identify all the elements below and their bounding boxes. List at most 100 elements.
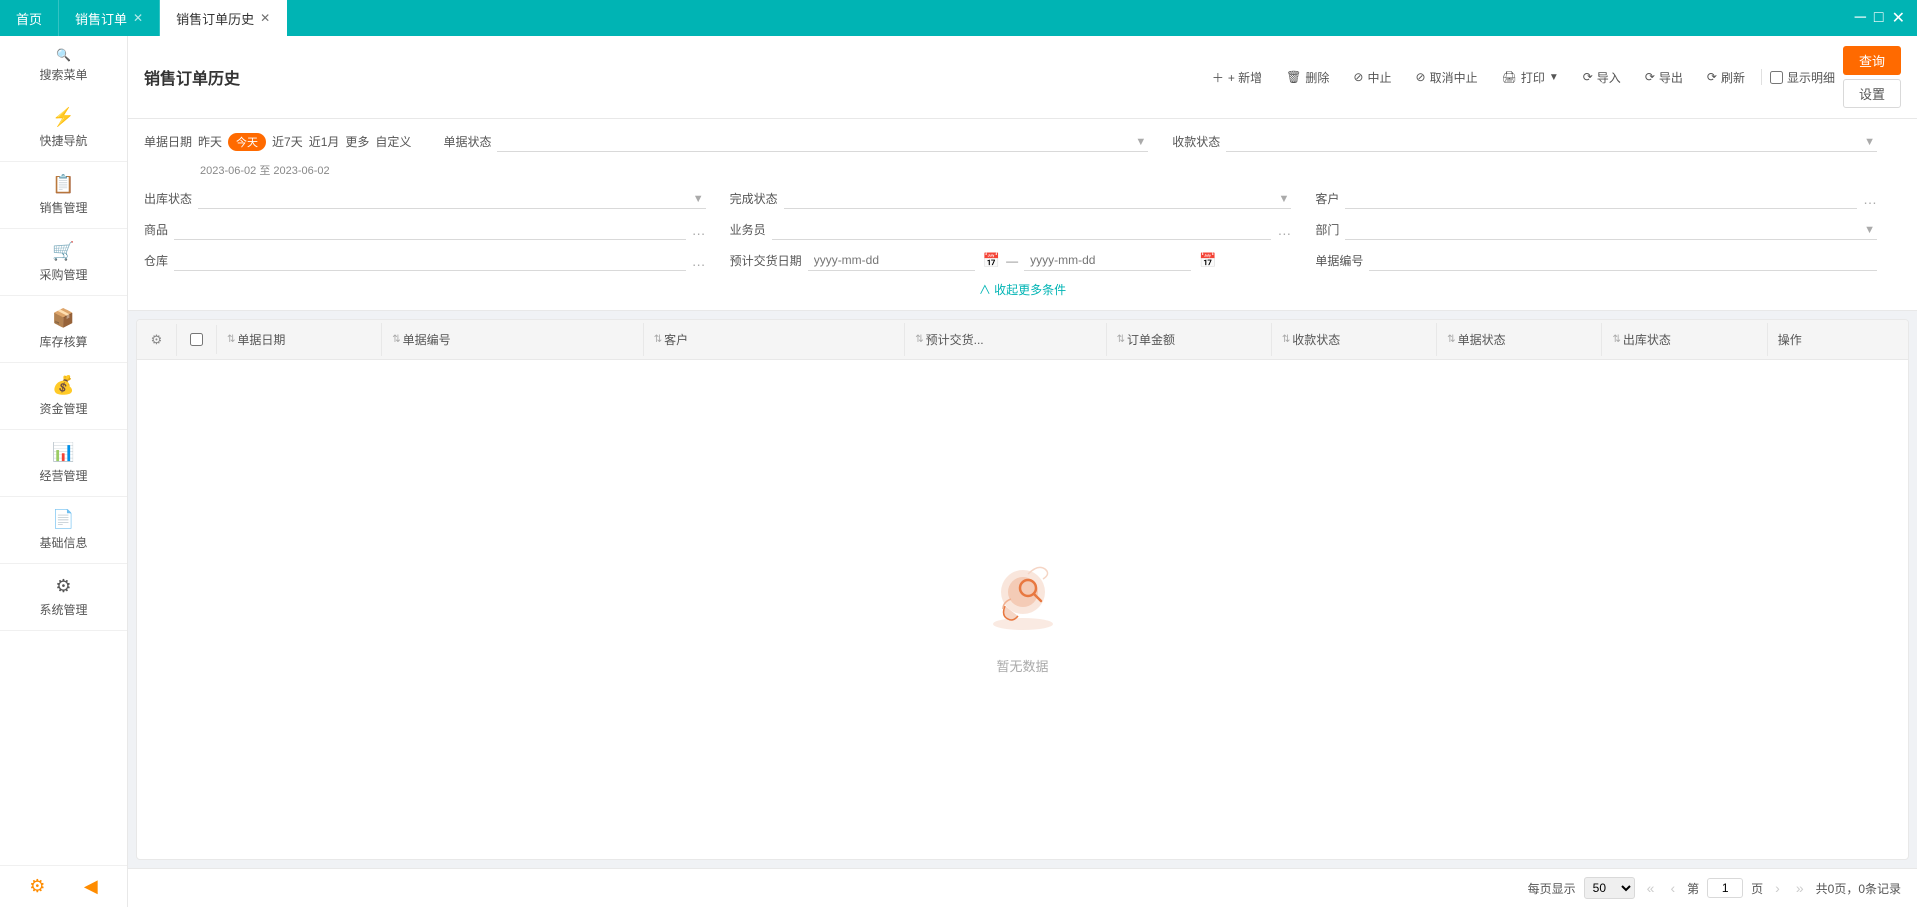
delivery-date-to-input[interactable] — [1024, 250, 1191, 271]
date-opt-7days[interactable]: 近7天 — [272, 133, 303, 150]
sidebar-item-operations-label: 经营管理 — [39, 467, 87, 484]
date-opt-custom[interactable]: 自定义 — [375, 133, 411, 150]
total-records-text: 共0页，0条记录 — [1816, 880, 1901, 897]
date-opt-yesterday[interactable]: 昨天 — [198, 133, 222, 150]
last-page-btn[interactable]: » — [1792, 878, 1808, 898]
window-close-btn[interactable]: ✕ — [1892, 8, 1905, 28]
warehouse-input[interactable] — [174, 250, 686, 271]
th-outbound-status[interactable]: ⇅ 出库状态 — [1602, 323, 1767, 356]
window-minimize-btn[interactable]: ─ — [1855, 9, 1866, 27]
status-select[interactable] — [497, 131, 1148, 152]
base-info-icon: 📄 — [52, 509, 74, 530]
sidebar-settings-icon[interactable]: ⚙ — [29, 876, 45, 897]
tab-home[interactable]: 首页 — [0, 0, 59, 36]
sidebar-item-operations[interactable]: 📊 经营管理 — [0, 430, 127, 497]
doc-no-input[interactable] — [1369, 250, 1877, 271]
payment-status-select[interactable] — [1226, 131, 1877, 152]
table-area: ⚙ ⇅ 单据日期 ⇅ 单据编号 ⇅ 客户 ⇅ 预计交货. — [136, 319, 1909, 860]
export-button[interactable]: ⟳ 导出 — [1637, 65, 1691, 90]
delivery-date-label: 预计交货日期 — [730, 252, 802, 269]
sidebar-item-system[interactable]: ⚙ 系统管理 — [0, 564, 127, 631]
delete-icon: 🗑 — [1286, 70, 1301, 84]
table-body: 暂无数据 — [137, 360, 1908, 859]
status-select-wrap: ▼ — [497, 131, 1148, 152]
date-opt-today[interactable]: 今天 — [228, 133, 266, 151]
print-button[interactable]: 🖨 打印 ▼ — [1494, 65, 1567, 90]
customer-input[interactable] — [1345, 188, 1857, 209]
outbound-status-select[interactable] — [198, 188, 706, 209]
th-delivery-date[interactable]: ⇅ 预计交货... — [905, 323, 1106, 356]
sidebar-item-finance[interactable]: 💰 资金管理 — [0, 363, 127, 430]
complete-status-select-wrap: ▼ — [784, 188, 1292, 209]
warehouse-ellipsis-icon[interactable]: … — [692, 253, 706, 269]
tab-sales-order-history[interactable]: 销售订单历史 ✕ — [160, 0, 287, 36]
select-all-checkbox[interactable] — [190, 333, 203, 346]
sidebar-item-sales-label: 销售管理 — [39, 199, 87, 216]
per-page-select[interactable]: 10 20 50 100 — [1584, 877, 1635, 899]
sidebar-item-quick-nav-label: 快捷导航 — [39, 132, 87, 149]
sidebar-item-purchase[interactable]: 🛒 采购管理 — [0, 229, 127, 296]
filter-warehouse-field: 仓库 … — [144, 250, 706, 271]
delete-button[interactable]: 🗑 删除 — [1278, 65, 1337, 90]
salesperson-ellipsis-icon[interactable]: … — [1277, 222, 1291, 238]
tab-sales-order-close[interactable]: ✕ — [133, 11, 143, 25]
delivery-date-from-cal-icon[interactable]: 📅 — [983, 252, 1000, 269]
salesperson-input[interactable] — [772, 219, 1272, 240]
sidebar-item-quick-nav[interactable]: ⚡ 快捷导航 — [0, 95, 127, 162]
sidebar-item-base-info[interactable]: 📄 基础信息 — [0, 497, 127, 564]
date-opt-more[interactable]: 更多 — [345, 133, 369, 150]
stop-button[interactable]: ⊘ 中止 — [1345, 65, 1399, 90]
refresh-button[interactable]: ⟳ 刷新 — [1699, 65, 1753, 90]
complete-status-label: 完成状态 — [730, 190, 778, 207]
sidebar: 🔍 搜索菜单 ⚡ 快捷导航 📋 销售管理 🛒 采购管理 📦 库存核算 💰 资金管… — [0, 36, 128, 907]
sidebar-search-label: 搜索菜单 — [39, 66, 87, 83]
th-payment-status[interactable]: ⇅ 收款状态 — [1272, 323, 1437, 356]
goods-ellipsis-icon[interactable]: … — [692, 222, 706, 238]
sidebar-collapse-icon[interactable]: ◀ — [84, 876, 98, 897]
import-button[interactable]: ⟳ 导入 — [1575, 65, 1629, 90]
delivery-date-to-cal-icon[interactable]: 📅 — [1199, 252, 1216, 269]
department-select-wrap: ▼ — [1345, 219, 1877, 240]
th-settings[interactable]: ⚙ — [137, 324, 177, 356]
prev-page-btn[interactable]: ‹ — [1666, 878, 1679, 898]
query-button[interactable]: 查询 — [1843, 46, 1901, 75]
th-order-amount[interactable]: ⇅ 订单金额 — [1107, 323, 1272, 356]
settings-button[interactable]: 设置 — [1843, 79, 1901, 108]
th-doc-no-label: 单据编号 — [403, 331, 451, 348]
stop-icon: ⊘ — [1353, 70, 1363, 84]
add-button[interactable]: ＋ + 新增 — [1204, 65, 1270, 90]
th-amount-label: 订单金额 — [1127, 331, 1175, 348]
department-select[interactable] — [1345, 219, 1877, 240]
collapse-label: 收起更多条件 — [994, 283, 1066, 297]
date-opt-1month[interactable]: 近1月 — [309, 133, 340, 150]
tab-sales-order-history-close[interactable]: ✕ — [260, 11, 270, 25]
print-icon: 🖨 — [1502, 70, 1517, 84]
date-range-display: 2023-06-02 至 2023-06-02 — [200, 165, 330, 177]
th-check[interactable] — [177, 325, 217, 354]
first-page-btn[interactable]: « — [1643, 878, 1659, 898]
th-doc-no[interactable]: ⇅ 单据编号 — [382, 323, 643, 356]
sidebar-search[interactable]: 🔍 搜索菜单 — [0, 36, 127, 95]
complete-status-select[interactable] — [784, 188, 1292, 209]
refresh-icon: ⟳ — [1707, 70, 1717, 84]
next-page-btn[interactable]: › — [1771, 878, 1784, 898]
sidebar-item-sales[interactable]: 📋 销售管理 — [0, 162, 127, 229]
cancel-stop-button[interactable]: ⊘ 取消中止 — [1408, 65, 1486, 90]
show-detail-checkbox[interactable] — [1770, 71, 1783, 84]
th-customer-label: 客户 — [664, 331, 688, 348]
collapse-btn[interactable]: ∧ 收起更多条件 — [979, 281, 1066, 298]
th-customer-icon: ⇅ — [654, 334, 662, 345]
goods-input[interactable] — [174, 219, 686, 240]
tab-sales-order-history-label: 销售订单历史 — [176, 9, 254, 28]
tab-sales-order[interactable]: 销售订单 ✕ — [59, 0, 160, 36]
delivery-date-from-input[interactable] — [808, 250, 975, 271]
page-input[interactable] — [1707, 878, 1743, 898]
th-customer[interactable]: ⇅ 客户 — [644, 323, 905, 356]
sidebar-item-inventory[interactable]: 📦 库存核算 — [0, 296, 127, 363]
window-maximize-btn[interactable]: □ — [1874, 9, 1884, 27]
show-detail-checkbox-wrap[interactable]: 显示明细 — [1770, 69, 1835, 86]
th-doc-status[interactable]: ⇅ 单据状态 — [1437, 323, 1602, 356]
th-date[interactable]: ⇅ 单据日期 — [217, 323, 382, 356]
customer-ellipsis-icon[interactable]: … — [1863, 191, 1877, 207]
finance-icon: 💰 — [52, 375, 74, 396]
